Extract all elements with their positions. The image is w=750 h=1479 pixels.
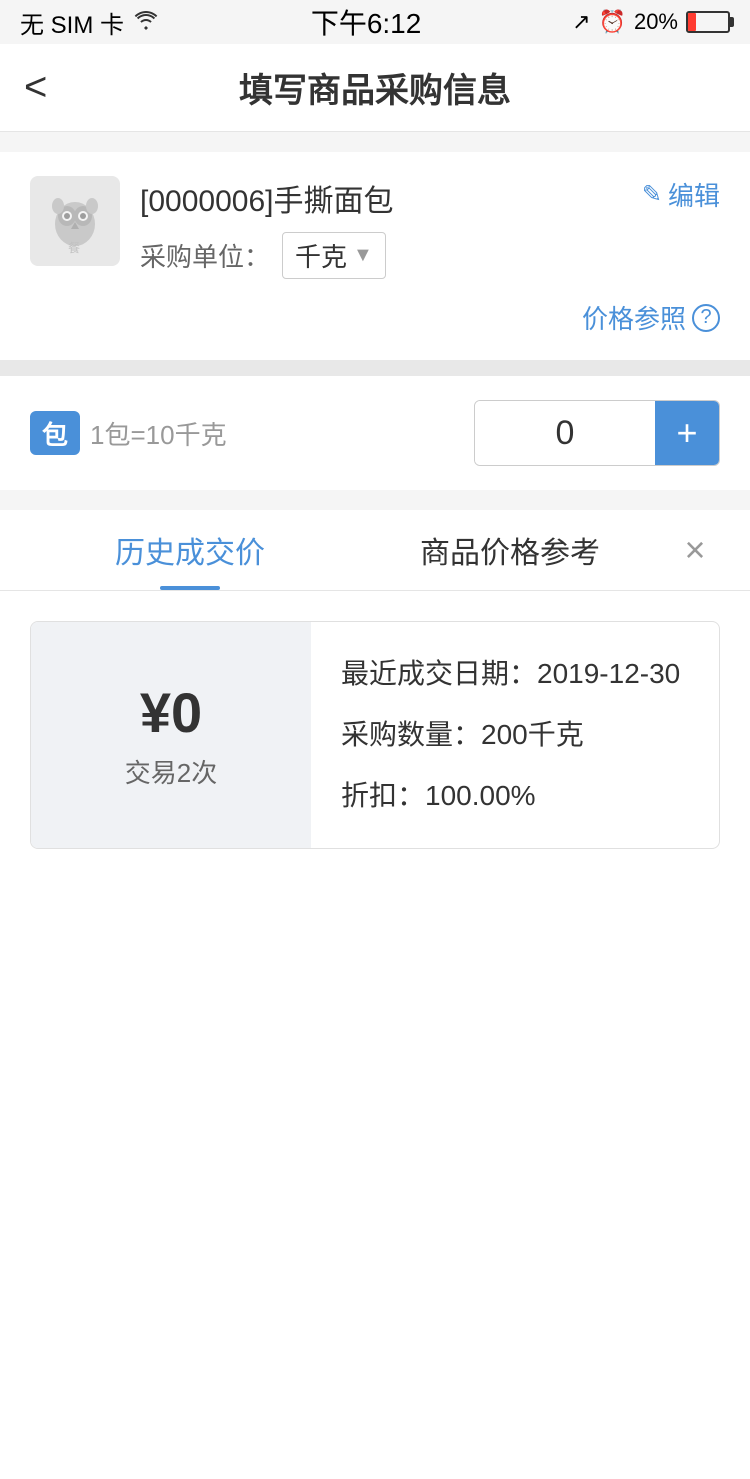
battery-percent: 20% xyxy=(634,9,678,35)
discount-value: 100.00% xyxy=(425,780,536,811)
tab-product-label: 商品价格参考 xyxy=(420,528,600,572)
status-bar: 无 SIM 卡 下午6:12 ↗ ⏰ 20% xyxy=(0,0,750,44)
edit-icon: ✎ xyxy=(642,180,662,209)
product-left: 餐 [0000006]手撕面包 采购单位： 千克 ▼ xyxy=(30,176,642,279)
transaction-count: 交易2次 xyxy=(125,753,217,790)
unit-select[interactable]: 千克 ▼ xyxy=(282,232,386,279)
transaction-discount: 折扣：100.00% xyxy=(341,774,689,819)
currency-symbol: ¥ xyxy=(140,681,171,744)
price-value: 0 xyxy=(171,681,202,744)
unit-conversion: 1包=10千克 xyxy=(90,415,227,452)
transaction-left: ¥0 交易2次 xyxy=(31,622,311,848)
page-title: 填写商品采购信息 xyxy=(239,63,511,112)
edit-button[interactable]: ✎ 编辑 xyxy=(642,176,720,213)
unit-info: 包 1包=10千克 xyxy=(30,411,227,455)
product-info: [0000006]手撕面包 采购单位： 千克 ▼ xyxy=(140,176,642,279)
status-right: ↗ ⏰ 20% xyxy=(572,9,730,35)
transaction-right: 最近成交日期：2019-12-30 采购数量：200千克 折扣：100.00% xyxy=(311,622,719,848)
price-ref-help-icon: ? xyxy=(692,304,720,332)
unit-label: 采购单位： xyxy=(140,237,270,274)
tab-header: 历史成交价 商品价格参考 × xyxy=(0,510,750,591)
back-button[interactable]: < xyxy=(24,65,47,110)
qty-value: 200千克 xyxy=(481,719,584,750)
product-card: 餐 [0000006]手撕面包 采购单位： 千克 ▼ ✎ 编辑 价格参照 ? xyxy=(0,152,750,360)
unit-value: 千克 xyxy=(295,237,347,274)
transaction-qty: 采购数量：200千克 xyxy=(341,713,689,758)
price-ref-button[interactable]: 价格参照 ? xyxy=(582,299,720,336)
product-bottom: 价格参照 ? xyxy=(30,299,720,336)
tab-history-price[interactable]: 历史成交价 xyxy=(30,510,350,590)
nav-bar: < 填写商品采购信息 xyxy=(0,44,750,132)
alarm-icon: ⏰ xyxy=(599,9,626,35)
product-thumbnail: 餐 xyxy=(30,176,120,266)
location-icon: ↗ xyxy=(572,9,590,35)
close-icon: × xyxy=(684,529,705,571)
discount-label: 折扣： xyxy=(341,780,425,811)
transaction-date: 最近成交日期：2019-12-30 xyxy=(341,652,689,697)
quantity-control: + xyxy=(474,400,720,466)
carrier-label: 无 SIM 卡 xyxy=(20,5,124,40)
battery-fill xyxy=(688,13,696,31)
unit-dropdown-arrow: ▼ xyxy=(353,244,373,267)
transaction-price: ¥0 xyxy=(140,680,202,745)
unit-box: 包 xyxy=(30,411,80,455)
tab-product-price[interactable]: 商品价格参考 xyxy=(350,510,670,590)
tab-history-label: 历史成交价 xyxy=(115,528,265,572)
tab-section: 历史成交价 商品价格参考 × ¥0 交易2次 最近成交日期：2019-12-30… xyxy=(0,510,750,879)
transaction-section: ¥0 交易2次 最近成交日期：2019-12-30 采购数量：200千克 折扣：… xyxy=(0,591,750,879)
date-label: 最近成交日期： xyxy=(341,658,537,689)
product-header: 餐 [0000006]手撕面包 采购单位： 千克 ▼ ✎ 编辑 xyxy=(30,176,720,279)
status-time: 下午6:12 xyxy=(311,2,422,42)
quantity-plus-button[interactable]: + xyxy=(655,401,719,465)
status-left: 无 SIM 卡 xyxy=(20,5,160,40)
quantity-input[interactable] xyxy=(475,401,655,465)
battery-icon xyxy=(686,11,730,33)
transaction-card: ¥0 交易2次 最近成交日期：2019-12-30 采购数量：200千克 折扣：… xyxy=(30,621,720,849)
product-name: [0000006]手撕面包 xyxy=(140,176,642,220)
wifi-icon xyxy=(132,8,160,37)
tab-close-button[interactable]: × xyxy=(670,525,720,575)
date-value: 2019-12-30 xyxy=(537,658,680,689)
page-bottom xyxy=(0,879,750,1479)
svg-text:餐: 餐 xyxy=(68,240,80,255)
quantity-row: 包 1包=10千克 + xyxy=(0,376,750,490)
section-divider xyxy=(0,360,750,376)
edit-label: 编辑 xyxy=(668,176,720,213)
qty-label: 采购数量： xyxy=(341,719,481,750)
product-unit-row: 采购单位： 千克 ▼ xyxy=(140,232,642,279)
price-ref-label: 价格参照 xyxy=(582,299,686,336)
